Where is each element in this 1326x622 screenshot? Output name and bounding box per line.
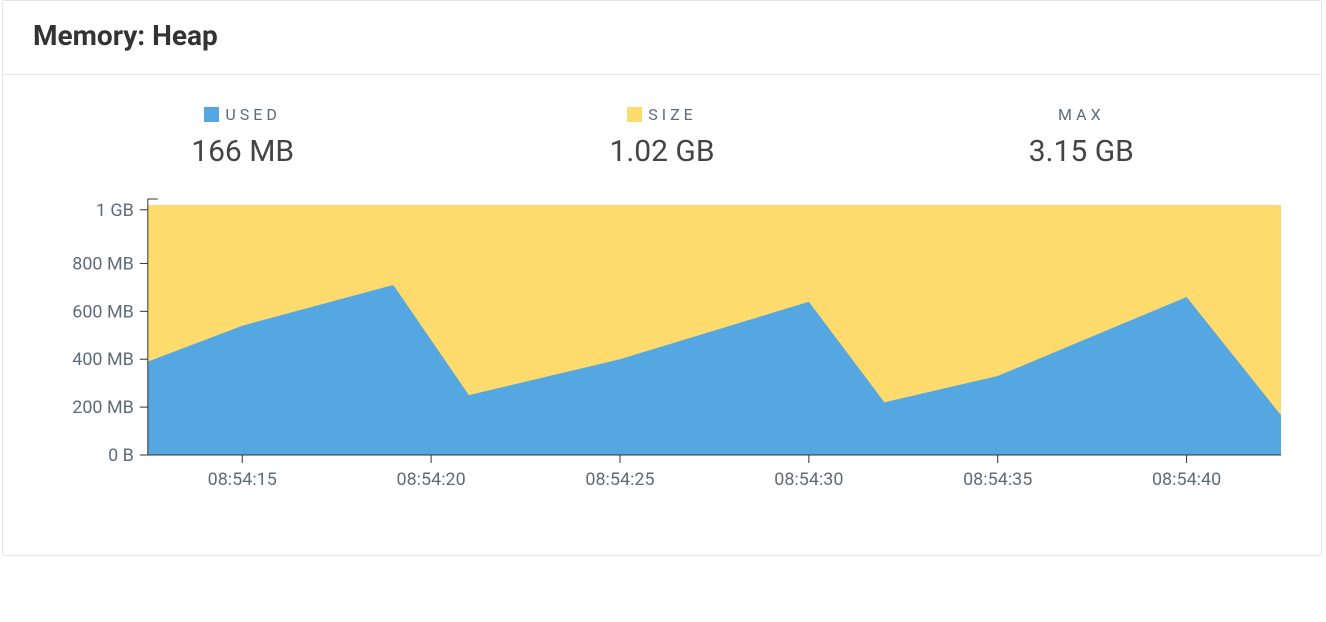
- memory-heap-chart: 0 B 200 MB 400 MB 600 MB 800 MB 1 GB 08:54:15 0…: [33, 195, 1291, 525]
- x-tick-label: 08:54:40: [1152, 469, 1221, 490]
- legend-item-used: USED 166 MB: [33, 105, 452, 169]
- x-tick-label: 08:54:35: [963, 469, 1032, 490]
- legend-item-max: MAX 3.15 GB: [872, 105, 1291, 169]
- legend-value-size: 1.02 GB: [452, 134, 871, 169]
- x-tick-label: 08:54:20: [396, 469, 465, 490]
- x-tick-label: 08:54:25: [585, 469, 654, 490]
- x-tick-label: 08:54:30: [774, 469, 843, 490]
- legend-label-used: USED: [204, 105, 280, 124]
- swatch-size: [627, 107, 642, 122]
- y-tick-label: 0 B: [108, 445, 134, 466]
- legend-item-size: SIZE 1.02 GB: [452, 105, 871, 169]
- y-tick-label: 200 MB: [72, 397, 134, 418]
- legend-label-text-size: SIZE: [648, 105, 697, 124]
- card-header: Memory: Heap: [3, 1, 1321, 75]
- legend-value-max: 3.15 GB: [872, 134, 1291, 169]
- legend-value-used: 166 MB: [33, 134, 452, 169]
- memory-heap-card: Memory: Heap USED 166 MB SIZE 1.02 GB MA: [2, 0, 1322, 556]
- legend-label-size: SIZE: [627, 105, 697, 124]
- legend-row: USED 166 MB SIZE 1.02 GB MAX 3.15 GB: [33, 105, 1291, 169]
- chart-svg: 0 B 200 MB 400 MB 600 MB 800 MB 1 GB 08:54:15 0…: [33, 195, 1291, 525]
- card-body: USED 166 MB SIZE 1.02 GB MAX 3.15 GB 0 B…: [3, 75, 1321, 555]
- y-tick-label: 600 MB: [72, 301, 134, 322]
- legend-label-max: MAX: [1058, 105, 1105, 124]
- legend-label-text-used: USED: [225, 105, 280, 124]
- y-tick-label: 400 MB: [72, 349, 134, 370]
- card-title: Memory: Heap: [33, 19, 1291, 52]
- x-tick-label: 08:54:15: [208, 469, 277, 490]
- legend-label-text-max: MAX: [1058, 105, 1105, 124]
- y-tick-label: 800 MB: [72, 253, 134, 274]
- swatch-used: [204, 107, 219, 122]
- y-tick-label: 1 GB: [96, 200, 134, 221]
